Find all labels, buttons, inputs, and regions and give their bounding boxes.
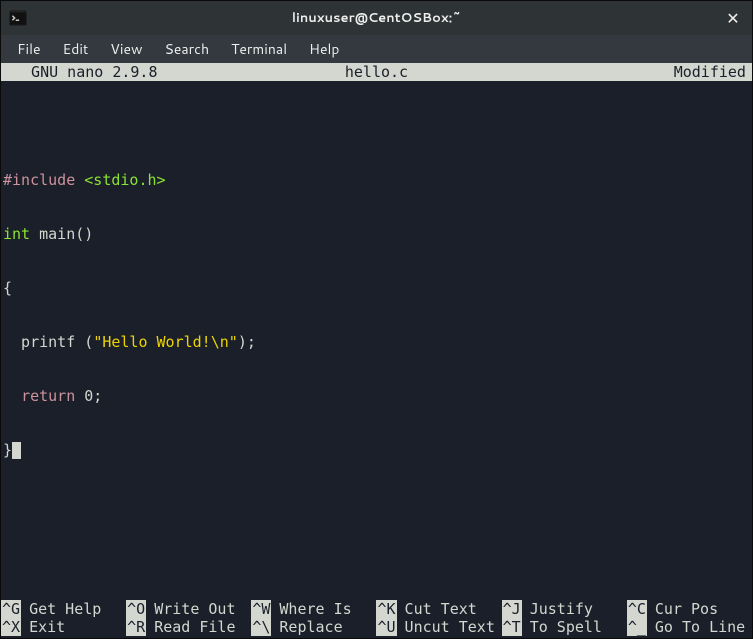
printf-pre: printf ( (3, 333, 93, 351)
menu-help[interactable]: Help (299, 35, 349, 63)
shortcut-label: Cut Text (397, 600, 477, 618)
window-titlebar[interactable]: linuxuser@CentOSBox:~ ✕ (1, 1, 752, 35)
code-line: int main() (1, 225, 752, 243)
shortcut-key: ^W (251, 600, 271, 618)
shortcut-where-is: ^WWhere Is (251, 600, 376, 618)
shortcut-key: ^G (1, 600, 21, 618)
shortcut-write-out: ^OWrite Out (126, 600, 251, 618)
shortcut-key: ^R (126, 618, 146, 636)
window-title: linuxuser@CentOSBox:~ (1, 9, 752, 27)
shortcut-key: ^U (376, 618, 396, 636)
shortcut-exit: ^XExit (1, 618, 126, 636)
shortcut-to-spell: ^TTo Spell (502, 618, 627, 636)
shortcut-label: Cur Pos (647, 600, 718, 618)
close-button[interactable]: ✕ (722, 7, 744, 29)
nano-shortcuts: ^GGet Help ^OWrite Out ^WWhere Is ^KCut … (1, 600, 752, 638)
shortcut-key: ^O (126, 600, 146, 618)
shortcut-label: Replace (271, 618, 342, 636)
menu-file[interactable]: File (7, 35, 51, 63)
shortcut-go-to-line: ^_Go To Line (627, 618, 752, 636)
shortcut-cur-pos: ^CCur Pos (627, 600, 752, 618)
shortcut-key: ^X (1, 618, 21, 636)
string-literal: "Hello World!\n" (93, 333, 238, 351)
code-line: #include <stdio.h> (1, 171, 752, 189)
editor-body[interactable]: #include <stdio.h> int main() { printf (… (1, 81, 752, 600)
preproc-keyword: #include (3, 171, 75, 189)
nano-header: GNU nano 2.9.8 hello.c Modified (1, 63, 752, 81)
include-header: <stdio.h> (84, 171, 165, 189)
main-signature: main() (30, 225, 93, 243)
shortcut-key: ^C (627, 600, 647, 618)
shortcut-label: Justify (522, 600, 593, 618)
shortcut-label: Where Is (271, 600, 351, 618)
shortcut-label: Get Help (21, 600, 101, 618)
close-icon: ✕ (726, 7, 739, 30)
text-cursor (12, 442, 21, 459)
terminal-icon (9, 9, 27, 27)
shortcut-get-help: ^GGet Help (1, 600, 126, 618)
menu-view[interactable]: View (100, 35, 152, 63)
shortcut-read-file: ^RRead File (126, 618, 251, 636)
type-keyword: int (3, 225, 30, 243)
menu-terminal[interactable]: Terminal (221, 35, 297, 63)
shortcut-justify: ^JJustify (502, 600, 627, 618)
return-keyword: return (21, 387, 75, 405)
brace-close: } (3, 441, 12, 459)
shortcut-label: Uncut Text (397, 618, 495, 636)
code-line: return 0; (1, 387, 752, 405)
code-line: { (1, 279, 752, 297)
brace-open: { (3, 279, 12, 297)
shortcut-cut-text: ^KCut Text (376, 600, 501, 618)
shortcut-key: ^K (376, 600, 396, 618)
nano-app-label: GNU nano 2.9.8 (3, 63, 264, 81)
nano-status: Modified (489, 63, 750, 81)
shortcut-label: Go To Line (647, 618, 745, 636)
shortcut-label: Exit (21, 618, 65, 636)
shortcut-replace: ^\Replace (251, 618, 376, 636)
shortcut-key: ^_ (627, 618, 647, 636)
shortcut-label: Read File (146, 618, 235, 636)
shortcut-key: ^\ (251, 618, 271, 636)
terminal-area[interactable]: GNU nano 2.9.8 hello.c Modified #include… (1, 63, 752, 638)
menu-search[interactable]: Search (155, 35, 220, 63)
shortcut-key: ^T (502, 618, 522, 636)
code-line: printf ("Hello World!\n"); (1, 333, 752, 351)
nano-filename: hello.c (264, 63, 488, 81)
shortcut-label: Write Out (146, 600, 235, 618)
shortcut-uncut-text: ^UUncut Text (376, 618, 501, 636)
shortcut-label: To Spell (522, 618, 602, 636)
code-line (1, 117, 752, 135)
menubar: File Edit View Search Terminal Help (1, 35, 752, 63)
return-rest: 0; (75, 387, 102, 405)
terminal-window: linuxuser@CentOSBox:~ ✕ File Edit View S… (0, 0, 753, 639)
code-line: } (1, 441, 752, 459)
printf-post: ); (238, 333, 256, 351)
shortcut-key: ^J (502, 600, 522, 618)
menu-edit[interactable]: Edit (53, 35, 99, 63)
